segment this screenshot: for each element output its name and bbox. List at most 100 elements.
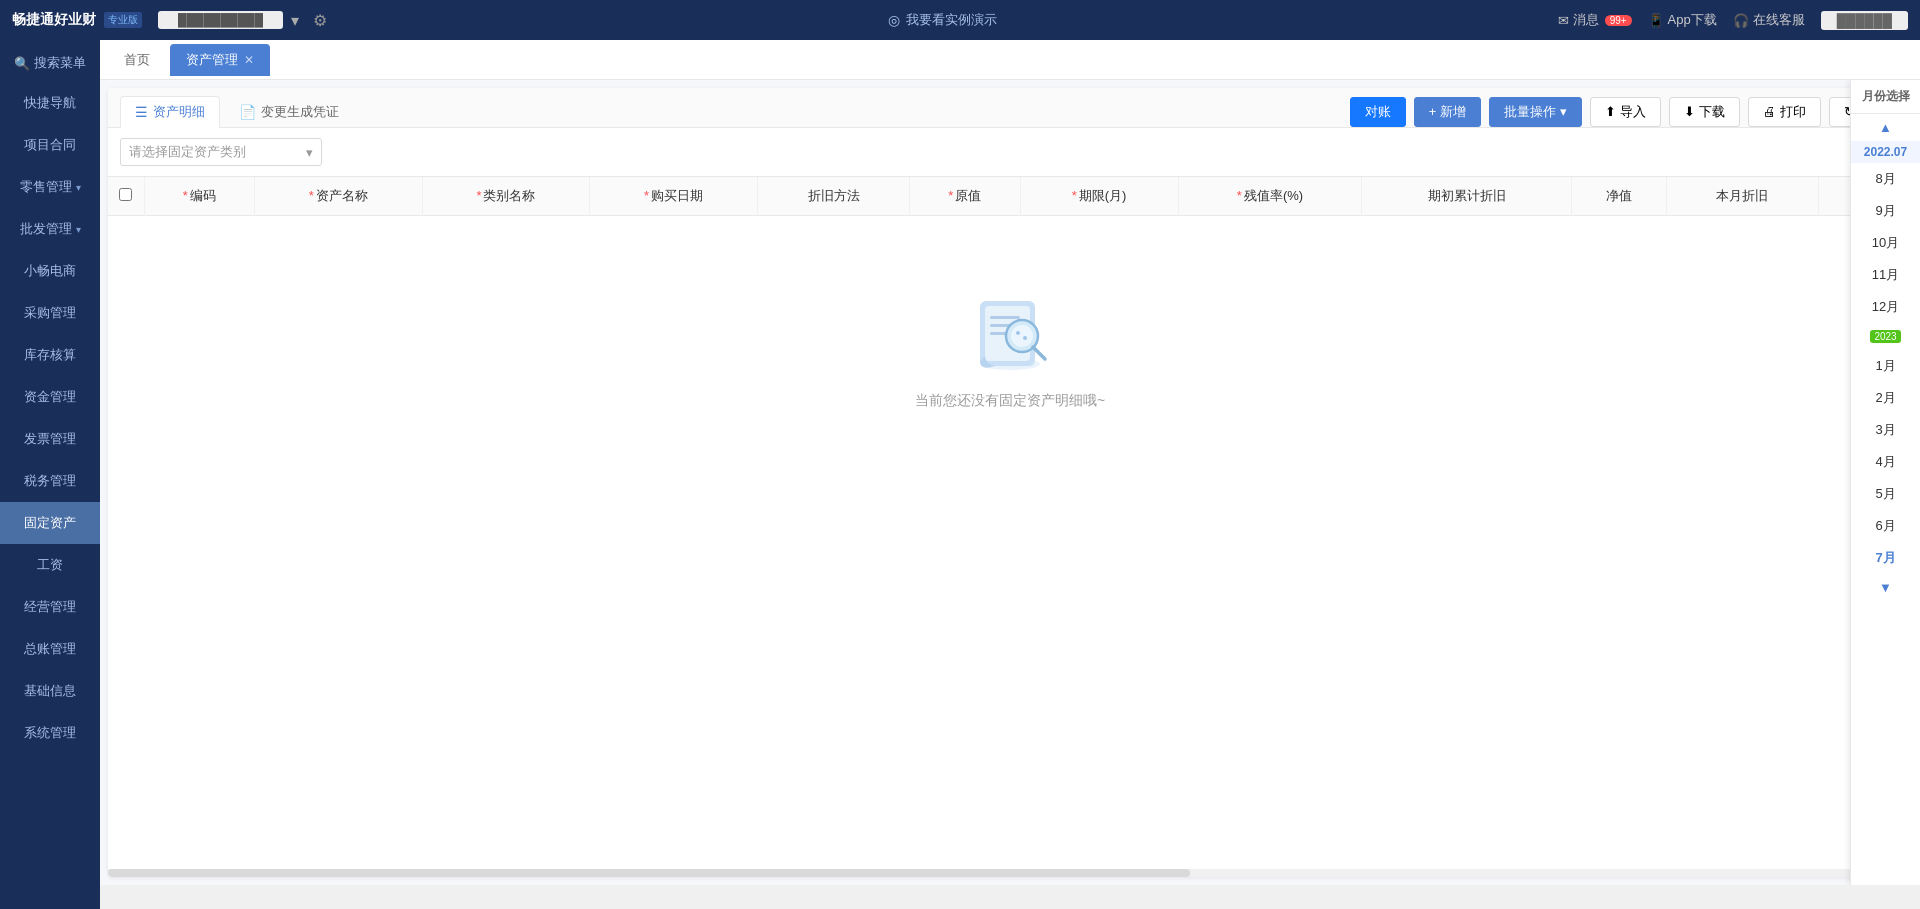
sidebar-item-retail[interactable]: 零售管理 ▾: [0, 166, 100, 208]
tab-bar: 首页 资产管理 ✕: [100, 40, 1920, 80]
sidebar-item-salary[interactable]: 工资: [0, 544, 100, 586]
sidebar-item-basic[interactable]: 基础信息: [0, 670, 100, 712]
month-2[interactable]: 2月: [1851, 382, 1920, 414]
sidebar-item-invoice[interactable]: 发票管理: [0, 418, 100, 460]
empty-illustration: [950, 276, 1070, 376]
year-2022-label: 2022.07: [1851, 141, 1920, 163]
sidebar-item-inventory[interactable]: 库存核算: [0, 334, 100, 376]
subtab-asset-detail[interactable]: ☰ 资产明细: [120, 96, 220, 128]
sidebar-item-shortcut[interactable]: 快捷导航: [0, 82, 100, 124]
svg-point-9: [1016, 331, 1020, 335]
list-icon: ☰: [135, 104, 148, 120]
col-period: *期限(月): [1020, 177, 1178, 216]
sidebar-search[interactable]: 🔍 搜索菜单: [0, 44, 100, 82]
sidebar-item-finance[interactable]: 资金管理: [0, 376, 100, 418]
asset-panel: ☰ 资产明细 📄 变更生成凭证 对账 + 新增 批量操作 ▾: [108, 88, 1912, 877]
col-depreciation-method: 折旧方法: [757, 177, 909, 216]
top-bar: 畅捷通好业财 专业版 ██████████ ▾ ⚙ ◎ 我要看实例演示 ✉ 消息…: [0, 0, 1920, 40]
svg-rect-3: [990, 316, 1020, 319]
download-icon: ⬇: [1684, 104, 1695, 119]
toolbar-right: 对账 + 新增 批量操作 ▾ ⬆ 导入 ⬇ 下载: [1350, 97, 1900, 127]
page-content: ☰ 资产明细 📄 变更生成凭证 对账 + 新增 批量操作 ▾: [100, 80, 1920, 885]
table-header-row: *编码 *资产名称 *类别名称 *购买日期 折旧方法 *原值 *期限(月) *残…: [108, 177, 1912, 216]
svg-point-10: [1023, 336, 1027, 340]
print-icon: 🖨: [1763, 104, 1776, 119]
message-icon: ✉: [1558, 13, 1569, 28]
dropdown-arrow-icon[interactable]: ▾: [291, 11, 299, 30]
month-panel: 月份选择 ▲ 2022.07 8月 9月 10月 11月 12月 2023 1月…: [1850, 80, 1920, 885]
demo-link[interactable]: ◎ 我要看实例演示: [888, 11, 997, 29]
import-button[interactable]: ⬆ 导入: [1590, 97, 1661, 127]
col-net-value: 净值: [1571, 177, 1666, 216]
top-bar-right: ✉ 消息 99+ 📱 App下载 🎧 在线客服 ██████: [1558, 11, 1908, 30]
sidebar-item-operations[interactable]: 经营管理: [0, 586, 100, 628]
app-logo: 畅捷通好业财: [12, 11, 96, 29]
select-all-checkbox[interactable]: [119, 188, 132, 201]
message-button[interactable]: ✉ 消息 99+: [1558, 11, 1632, 29]
sidebar-item-asset[interactable]: 固定资产: [0, 502, 100, 544]
sidebar: 🔍 搜索菜单 快捷导航 项目合同 零售管理 ▾ 批发管理 ▾ 小畅电商 采购管理…: [0, 40, 100, 909]
tab-close-icon[interactable]: ✕: [244, 53, 254, 67]
app-download-button[interactable]: 📱 App下载: [1648, 11, 1717, 29]
month-11[interactable]: 11月: [1851, 259, 1920, 291]
top-bar-left: 畅捷通好业财 专业版 ██████████ ▾ ⚙: [12, 11, 327, 30]
subtab-change-voucher[interactable]: 📄 变更生成凭证: [224, 96, 354, 127]
scroll-thumb[interactable]: [108, 869, 1190, 877]
current-year-badge: 2023: [1870, 330, 1900, 343]
empty-state: 当前您还没有固定资产明细哦~: [108, 216, 1912, 470]
col-accumulated-depreciation: 期初累计折旧: [1362, 177, 1571, 216]
month-1[interactable]: 1月: [1851, 350, 1920, 382]
col-monthly-depreciation: 本月折旧: [1666, 177, 1818, 216]
month-9[interactable]: 9月: [1851, 195, 1920, 227]
empty-state-row: 当前您还没有固定资产明细哦~: [108, 216, 1912, 471]
main-layout: 🔍 搜索菜单 快捷导航 项目合同 零售管理 ▾ 批发管理 ▾ 小畅电商 采购管理…: [0, 40, 1920, 909]
download-button[interactable]: ⬇ 下载: [1669, 97, 1740, 127]
sidebar-item-wholesale[interactable]: 批发管理 ▾: [0, 208, 100, 250]
table-wrapper: *编码 *资产名称 *类别名称 *购买日期 折旧方法 *原值 *期限(月) *残…: [108, 177, 1912, 869]
phone-icon: 📱: [1648, 13, 1664, 28]
settings-icon[interactable]: ⚙: [313, 11, 327, 30]
doc-icon: 📄: [239, 104, 256, 120]
wholesale-arrow-icon: ▾: [76, 224, 81, 235]
month-10[interactable]: 10月: [1851, 227, 1920, 259]
month-panel-header: 月份选择: [1851, 80, 1920, 114]
user-avatar: ██████: [1821, 11, 1908, 30]
sidebar-item-system[interactable]: 系统管理: [0, 712, 100, 754]
month-3[interactable]: 3月: [1851, 414, 1920, 446]
import-icon: ⬆: [1605, 104, 1616, 119]
reconcile-button[interactable]: 对账: [1350, 97, 1406, 127]
tab-asset-mgmt[interactable]: 资产管理 ✕: [170, 44, 270, 76]
month-8[interactable]: 8月: [1851, 163, 1920, 195]
horizontal-scrollbar[interactable]: [108, 869, 1912, 877]
year-badge-item: 2023: [1851, 323, 1920, 350]
month-down-button[interactable]: ▼: [1851, 574, 1920, 601]
company-name: ██████████: [158, 11, 283, 29]
online-service-button[interactable]: 🎧 在线客服: [1733, 11, 1805, 29]
month-7[interactable]: 7月: [1851, 542, 1920, 574]
month-6[interactable]: 6月: [1851, 510, 1920, 542]
sidebar-item-purchase[interactable]: 采购管理: [0, 292, 100, 334]
col-code: *编码: [144, 177, 254, 216]
tab-home[interactable]: 首页: [108, 44, 166, 76]
category-select[interactable]: 请选择固定资产类别 ▾: [120, 138, 322, 166]
app-version: 专业版: [104, 12, 142, 28]
select-arrow-icon: ▾: [306, 145, 313, 160]
bottom-bar: [100, 885, 1920, 909]
add-button[interactable]: + 新增: [1414, 97, 1481, 127]
col-purchase-date: *购买日期: [590, 177, 758, 216]
col-residual-rate: *残值率(%): [1178, 177, 1362, 216]
month-up-button[interactable]: ▲: [1851, 114, 1920, 141]
batch-ops-button[interactable]: 批量操作 ▾: [1489, 97, 1582, 127]
sub-tab-bar: ☰ 资产明细 📄 变更生成凭证 对账 + 新增 批量操作 ▾: [108, 88, 1912, 128]
sidebar-item-project[interactable]: 项目合同: [0, 124, 100, 166]
sidebar-item-ecommerce[interactable]: 小畅电商: [0, 250, 100, 292]
month-4[interactable]: 4月: [1851, 446, 1920, 478]
col-category: *类别名称: [422, 177, 590, 216]
sidebar-item-ledger[interactable]: 总账管理: [0, 628, 100, 670]
filter-bar: 请选择固定资产类别 ▾: [108, 128, 1912, 177]
month-12[interactable]: 12月: [1851, 291, 1920, 323]
sidebar-item-tax[interactable]: 税务管理: [0, 460, 100, 502]
headset-icon: 🎧: [1733, 13, 1749, 28]
print-button[interactable]: 🖨 打印: [1748, 97, 1821, 127]
month-5[interactable]: 5月: [1851, 478, 1920, 510]
